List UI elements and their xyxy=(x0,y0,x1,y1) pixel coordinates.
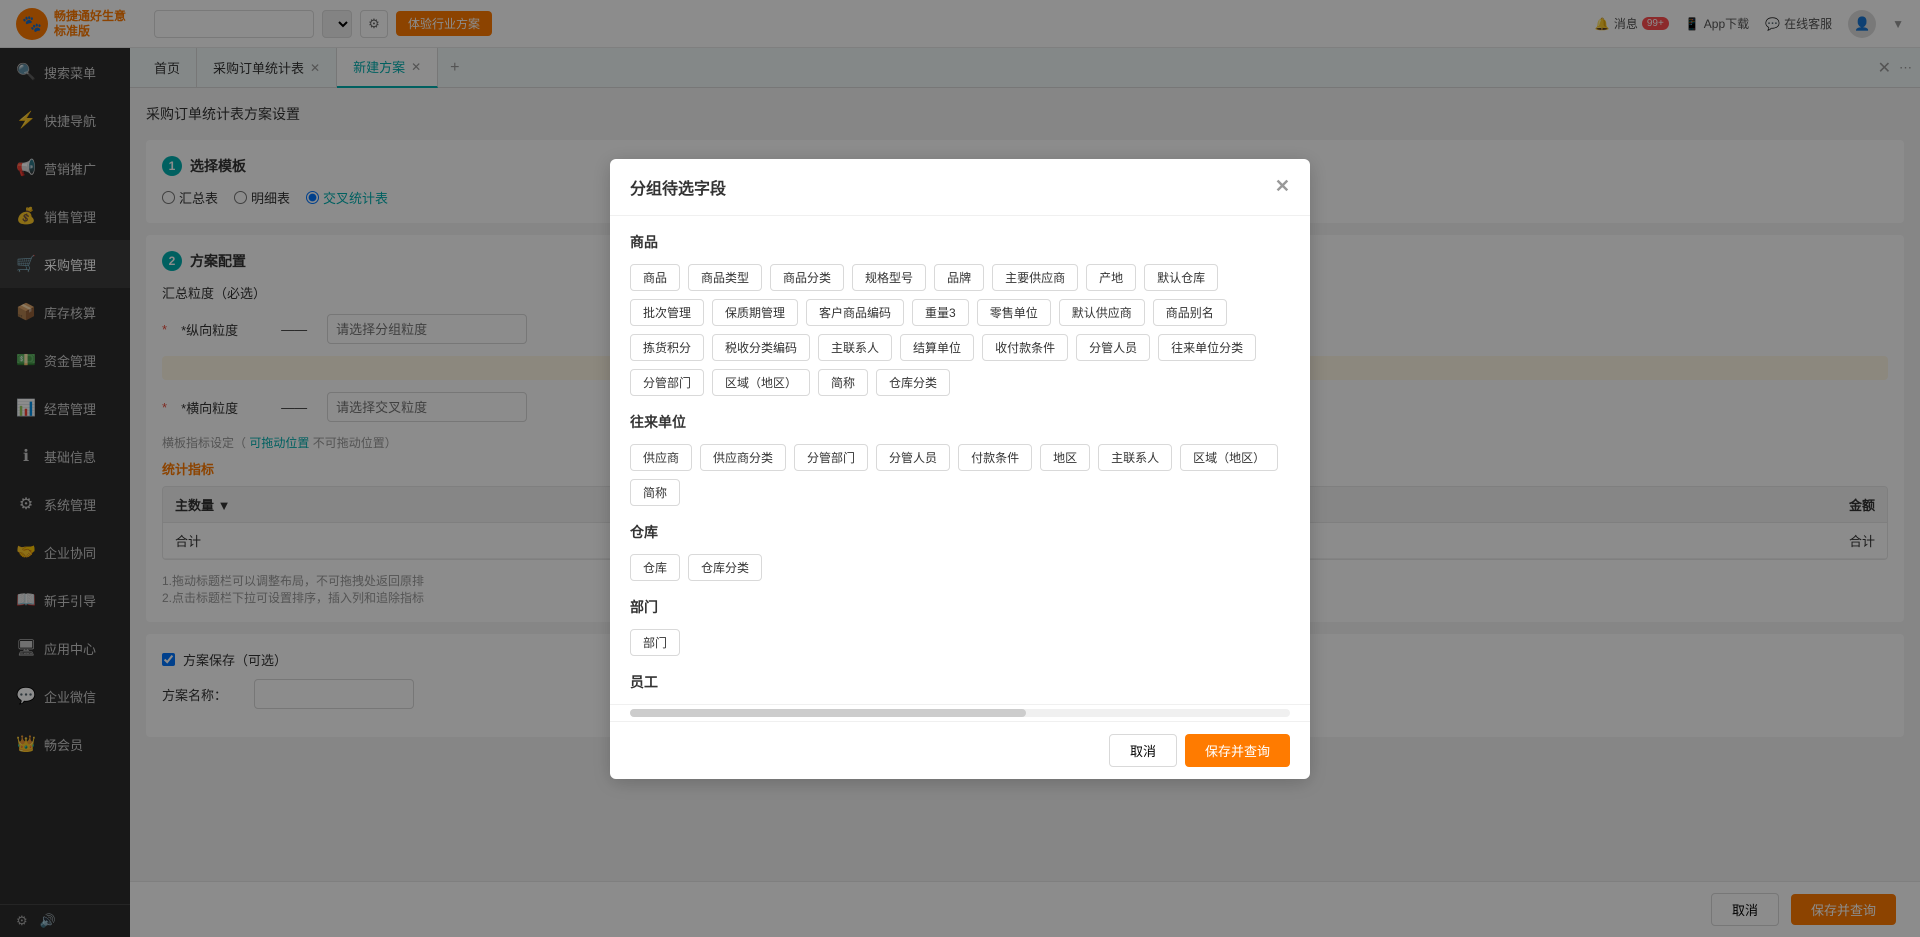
modal-body: 商品商品商品类型商品分类规格型号品牌主要供应商产地默认仓库批次管理保质期管理客户… xyxy=(610,216,1310,704)
field-tag[interactable]: 产地 xyxy=(1086,264,1136,291)
field-tag[interactable]: 供应商分类 xyxy=(700,444,786,471)
field-tag[interactable]: 拣货积分 xyxy=(630,334,704,361)
field-tag[interactable]: 仓库分类 xyxy=(876,369,950,396)
modal-footer: 取消 保存并查询 xyxy=(610,721,1310,779)
modal-title: 分组待选字段 xyxy=(630,175,726,199)
modal-close-button[interactable]: ✕ xyxy=(1275,176,1290,197)
field-tag[interactable]: 商品类型 xyxy=(688,264,762,291)
modal-header: 分组待选字段 ✕ xyxy=(610,159,1310,216)
field-tags-warehouse: 仓库仓库分类 xyxy=(630,554,1290,581)
field-tag[interactable]: 区域（地区） xyxy=(712,369,810,396)
field-tag[interactable]: 商品分类 xyxy=(770,264,844,291)
section-title-partner: 往来单位 xyxy=(630,412,1290,432)
field-tag[interactable]: 仓库分类 xyxy=(688,554,762,581)
field-tag[interactable]: 收付款条件 xyxy=(982,334,1068,361)
field-tag[interactable]: 税收分类编码 xyxy=(712,334,810,361)
section-title-goods: 商品 xyxy=(630,232,1290,252)
field-tag[interactable]: 零售单位 xyxy=(977,299,1051,326)
field-tag[interactable]: 简称 xyxy=(630,479,680,506)
field-tag[interactable]: 分管人员 xyxy=(876,444,950,471)
field-tag[interactable]: 重量3 xyxy=(912,299,969,326)
modal-overlay[interactable]: 分组待选字段 ✕ 商品商品商品类型商品分类规格型号品牌主要供应商产地默认仓库批次… xyxy=(0,0,1920,937)
section-title-warehouse: 仓库 xyxy=(630,522,1290,542)
field-tag[interactable]: 客户商品编码 xyxy=(806,299,904,326)
field-tag[interactable]: 默认供应商 xyxy=(1059,299,1145,326)
field-tags-partner: 供应商供应商分类分管部门分管人员付款条件地区主联系人区域（地区） 简称 xyxy=(630,444,1290,506)
field-tag[interactable]: 分管人员 xyxy=(1076,334,1150,361)
field-tag[interactable]: 地区 xyxy=(1040,444,1090,471)
field-tag[interactable]: 简称 xyxy=(818,369,868,396)
field-tag[interactable]: 主联系人 xyxy=(1098,444,1172,471)
field-tag[interactable]: 默认仓库 xyxy=(1144,264,1218,291)
field-tag[interactable]: 分管部门 xyxy=(630,369,704,396)
field-tag[interactable]: 商品 xyxy=(630,264,680,291)
field-tag[interactable]: 保质期管理 xyxy=(712,299,798,326)
modal-cancel-button[interactable]: 取消 xyxy=(1109,734,1177,767)
field-tag[interactable]: 仓库 xyxy=(630,554,680,581)
modal-hscroll-bar[interactable] xyxy=(610,704,1310,721)
section-title-employee: 员工 xyxy=(630,672,1290,692)
field-tag[interactable]: 批次管理 xyxy=(630,299,704,326)
field-tags-department: 部门 xyxy=(630,629,1290,656)
field-tags-goods: 商品商品类型商品分类规格型号品牌主要供应商产地默认仓库批次管理保质期管理客户商品… xyxy=(630,264,1290,396)
field-tag[interactable]: 主联系人 xyxy=(818,334,892,361)
field-tag[interactable]: 供应商 xyxy=(630,444,692,471)
modal-confirm-button[interactable]: 保存并查询 xyxy=(1185,734,1290,767)
field-tag[interactable]: 主要供应商 xyxy=(992,264,1078,291)
field-tag[interactable]: 分管部门 xyxy=(794,444,868,471)
field-tag[interactable]: 品牌 xyxy=(934,264,984,291)
field-tag[interactable]: 商品别名 xyxy=(1153,299,1227,326)
field-tag[interactable]: 区域（地区） xyxy=(1180,444,1278,471)
field-tag[interactable]: 往来单位分类 xyxy=(1158,334,1256,361)
field-tag[interactable]: 部门 xyxy=(630,629,680,656)
section-title-department: 部门 xyxy=(630,597,1290,617)
field-tag[interactable]: 结算单位 xyxy=(900,334,974,361)
field-tag[interactable]: 规格型号 xyxy=(852,264,926,291)
modal: 分组待选字段 ✕ 商品商品商品类型商品分类规格型号品牌主要供应商产地默认仓库批次… xyxy=(610,159,1310,779)
field-tag[interactable]: 付款条件 xyxy=(958,444,1032,471)
